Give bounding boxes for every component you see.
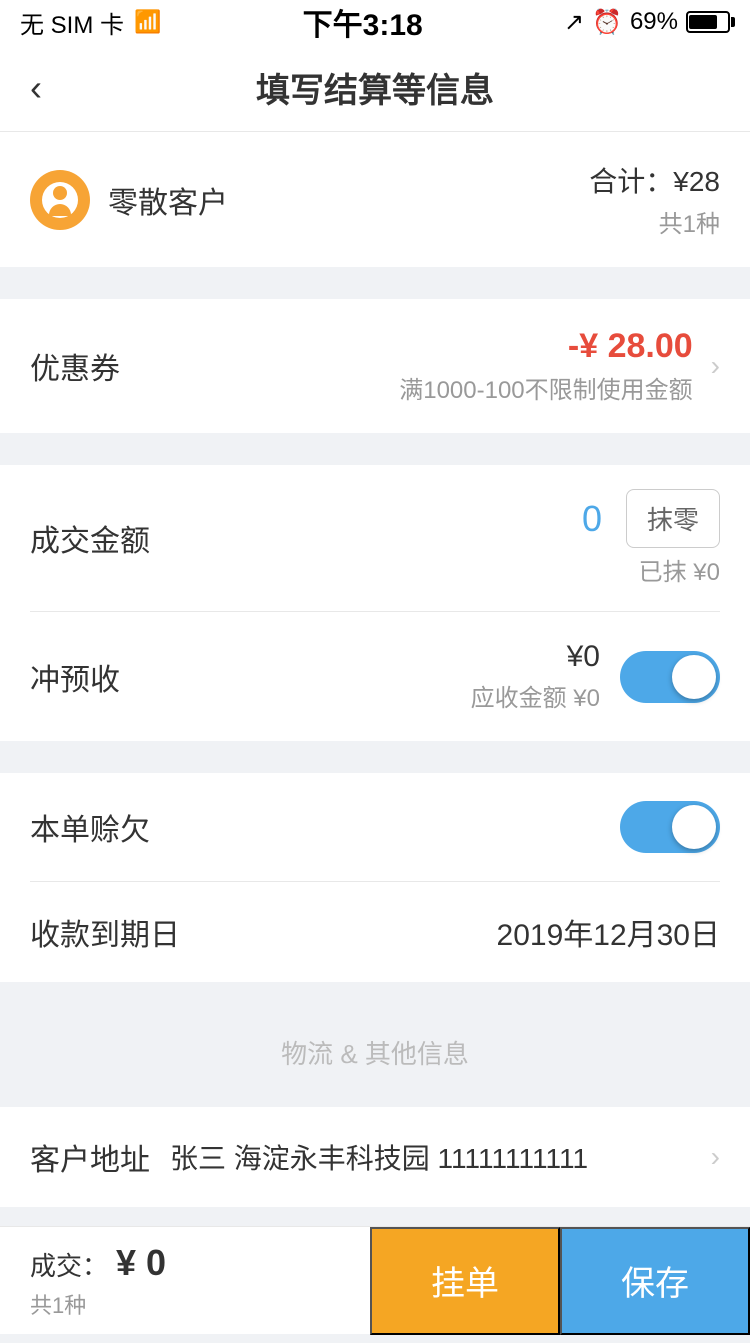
main-content: 零散客户 合计：¥28 共1种 优惠券 -¥ 28.00 满1000-100不限… xyxy=(0,132,750,1343)
coupon-info: -¥ 28.00 满1000-100不限制使用金额 xyxy=(399,327,692,405)
status-right: ↗ ⏰ 69% xyxy=(564,8,730,37)
separator-3 xyxy=(0,757,750,773)
customer-name: 零散客户 xyxy=(108,178,228,222)
avatar-icon xyxy=(42,182,78,218)
prepayment-label: 冲预收 xyxy=(30,655,150,699)
location-icon: ↗ xyxy=(564,8,584,37)
deal-amount-value: 0 xyxy=(542,498,602,540)
summary-amount: ¥ 0 xyxy=(116,1242,166,1284)
coupon-row[interactable]: 优惠券 -¥ 28.00 满1000-100不限制使用金额 › xyxy=(0,299,750,433)
status-time: 下午3:18 xyxy=(303,0,423,44)
deal-amount-label: 成交金额 xyxy=(30,516,150,560)
coupon-chevron-icon: › xyxy=(711,350,720,382)
status-bar: 无 SIM 卡 📶 下午3:18 ↗ ⏰ 69% xyxy=(0,0,750,44)
coupon-right: -¥ 28.00 满1000-100不限制使用金额 › xyxy=(399,327,720,405)
wifi-icon: 📶 xyxy=(134,9,161,35)
coupon-discount: -¥ 28.00 xyxy=(399,327,692,366)
address-row[interactable]: 客户地址 张三 海淀永丰科技园 11111111111 › xyxy=(0,1107,750,1207)
prepayment-sub: 应收金额 ¥0 xyxy=(471,678,600,713)
coupon-description: 满1000-100不限制使用金额 xyxy=(399,370,692,405)
customer-right: 合计：¥28 共1种 xyxy=(589,160,720,239)
address-chevron-icon: › xyxy=(711,1141,720,1173)
battery-icon xyxy=(686,11,730,33)
customer-section: 零散客户 合计：¥28 共1种 xyxy=(0,132,750,267)
summary-count: 共1种 xyxy=(30,1288,340,1320)
alarm-icon: ⏰ xyxy=(592,8,622,37)
prepayment-row: 冲预收 ¥0 应收金额 ¥0 xyxy=(0,612,750,741)
total-label: 合计：¥28 xyxy=(589,160,720,200)
coupon-label: 优惠券 xyxy=(30,344,150,388)
carrier-label: 无 SIM 卡 xyxy=(20,5,124,40)
deal-amount-sub: 已抹 ¥0 xyxy=(639,552,720,587)
customer-row: 零散客户 合计：¥28 共1种 xyxy=(0,132,750,267)
due-date-value: 2019年12月30日 xyxy=(497,910,720,954)
battery-label: 69% xyxy=(630,8,678,36)
due-date-row: 收款到期日 2019年12月30日 xyxy=(0,882,750,982)
summary-label: 成交： xyxy=(30,1246,108,1283)
deal-section: 成交金额 0 抹零 已抹 ¥0 冲预收 ¥0 应收金额 ¥0 xyxy=(0,465,750,741)
address-label: 客户地址 xyxy=(30,1135,150,1179)
pending-button[interactable]: 挂单 xyxy=(370,1227,560,1335)
credit-label: 本单赊欠 xyxy=(30,805,150,849)
logistics-divider: 物流 & 其他信息 xyxy=(0,1014,750,1091)
logistics-text: 物流 & 其他信息 xyxy=(281,1034,469,1071)
prepayment-amount: ¥0 xyxy=(471,640,600,674)
address-value: 张三 海淀永丰科技园 11111111111 xyxy=(170,1137,681,1177)
toggle-knob xyxy=(672,655,716,699)
separator-5 xyxy=(0,1091,750,1107)
credit-toggle[interactable] xyxy=(620,801,720,853)
prepayment-toggle[interactable] xyxy=(620,651,720,703)
bottom-bar: 成交： ¥ 0 共1种 挂单 保存 xyxy=(0,1226,750,1334)
coupon-section[interactable]: 优惠券 -¥ 28.00 满1000-100不限制使用金额 › xyxy=(0,299,750,433)
nav-bar: ‹ 填写结算等信息 xyxy=(0,44,750,132)
status-left: 无 SIM 卡 📶 xyxy=(20,5,161,40)
deal-amount-row: 成交金额 0 抹零 已抹 ¥0 xyxy=(0,465,750,611)
save-button[interactable]: 保存 xyxy=(560,1227,750,1335)
back-button[interactable]: ‹ xyxy=(30,67,42,109)
customer-left: 零散客户 xyxy=(30,170,228,230)
address-section[interactable]: 客户地址 张三 海淀永丰科技园 11111111111 › xyxy=(0,1107,750,1207)
bottom-summary: 成交： ¥ 0 共1种 xyxy=(0,1242,370,1320)
page-title: 填写结算等信息 xyxy=(256,63,494,112)
credit-toggle-knob xyxy=(672,805,716,849)
separator-4 xyxy=(0,998,750,1014)
round-zero-button[interactable]: 抹零 xyxy=(626,489,720,548)
separator-1 xyxy=(0,283,750,299)
separator-2 xyxy=(0,449,750,465)
avatar xyxy=(30,170,90,230)
total-count: 共1种 xyxy=(589,204,720,239)
credit-section: 本单赊欠 收款到期日 2019年12月30日 xyxy=(0,773,750,982)
due-date-label: 收款到期日 xyxy=(30,910,180,954)
credit-row: 本单赊欠 xyxy=(0,773,750,881)
